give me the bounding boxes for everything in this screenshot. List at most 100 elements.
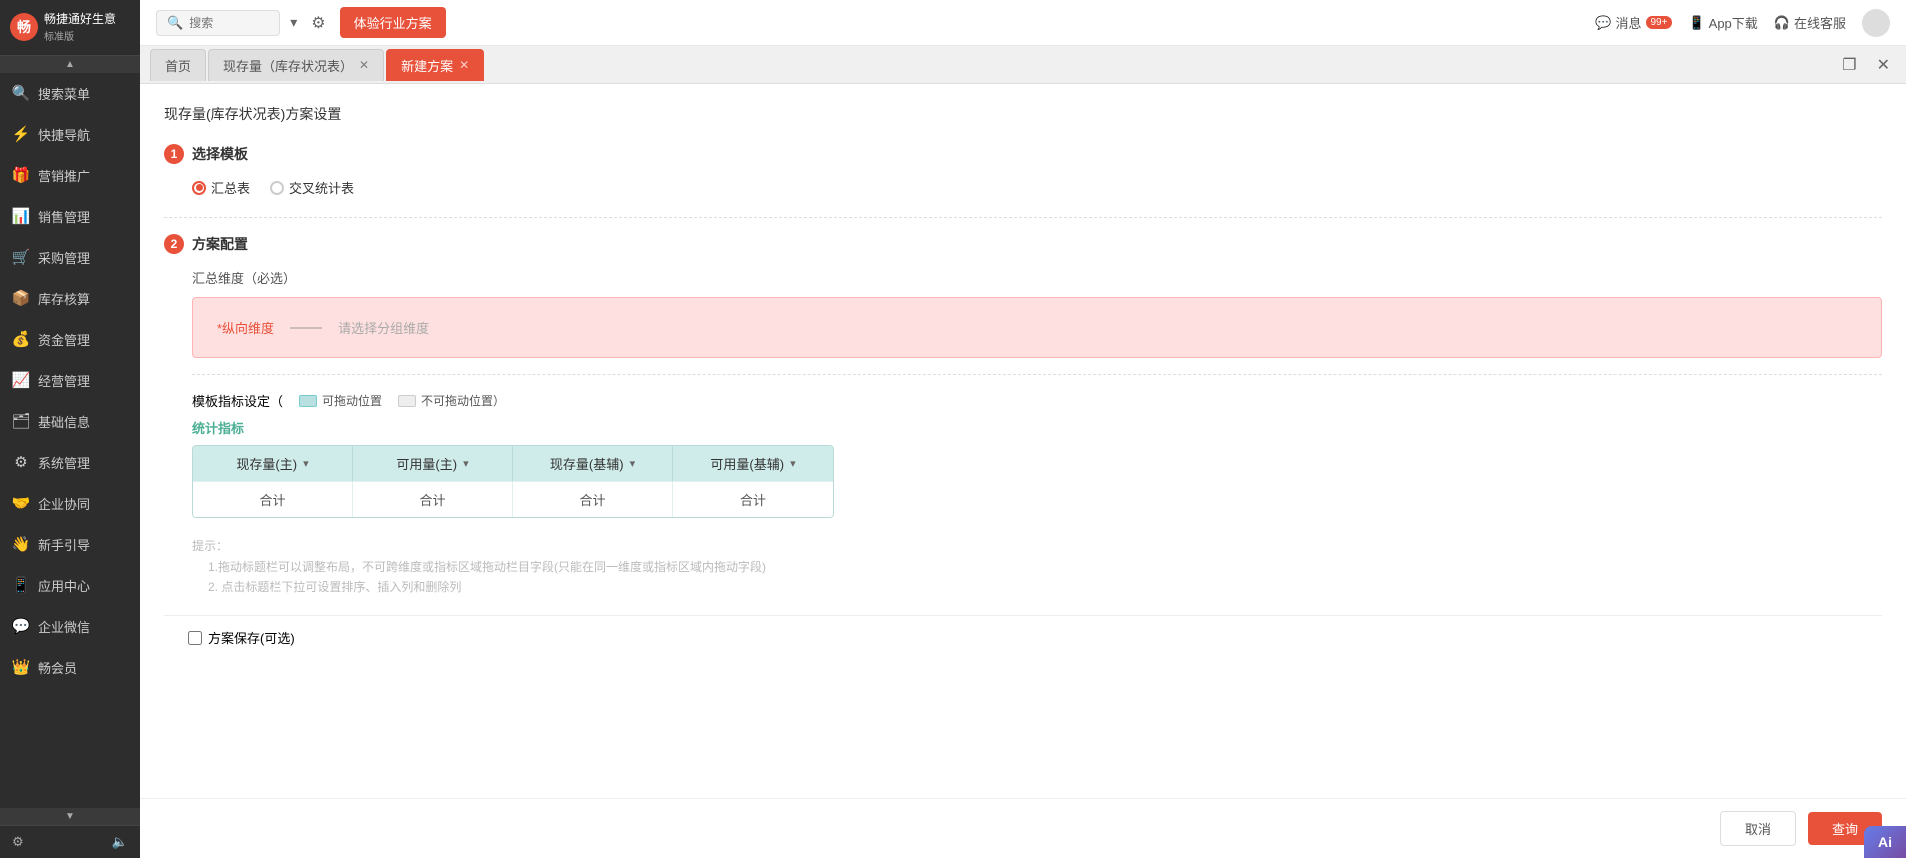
- message-icon: 💬: [1595, 15, 1611, 31]
- online-service-label: 在线客服: [1794, 13, 1846, 32]
- stat-col-header-0[interactable]: 现存量(主) ▾: [193, 446, 353, 481]
- tab-new-scheme-close-btn[interactable]: ✕: [459, 58, 469, 72]
- inventory-icon: 📦: [12, 289, 30, 307]
- topbar-settings-btn[interactable]: ⚙: [307, 9, 329, 37]
- sidebar-item-quick-nav[interactable]: ⚡ 快捷导航: [0, 114, 140, 155]
- stat-col-header-2[interactable]: 现存量(基辅) ▾: [513, 446, 673, 481]
- tips-item-1: 2. 点击标题栏下拉可设置排序、插入列和删除列: [208, 578, 1882, 595]
- system-icon: ⚙: [12, 453, 30, 471]
- sidebar-item-label: 销售管理: [38, 207, 90, 226]
- stat-table-row-0: 合计 合计 合计 合计: [193, 481, 833, 517]
- search-input[interactable]: [189, 16, 269, 30]
- tab-new-scheme[interactable]: 新建方案 ✕: [386, 49, 484, 81]
- tab-home[interactable]: 首页: [150, 49, 206, 81]
- legend-draggable-item: 可拖动位置: [299, 392, 382, 409]
- chevron-down-icon-0: ▾: [303, 457, 309, 470]
- footer-help-icon[interactable]: 🔈: [112, 834, 128, 850]
- radio-summary-label: 汇总表: [211, 178, 250, 197]
- legend-draggable-box: [299, 395, 317, 407]
- stat-col-cell-0-2: 合计: [513, 482, 673, 517]
- search-box[interactable]: 🔍: [156, 10, 280, 36]
- sidebar-item-inventory[interactable]: 📦 库存核算: [0, 278, 140, 319]
- save-row: 方案保存(可选): [164, 615, 1882, 659]
- purchase-icon: 🛒: [12, 248, 30, 266]
- sidebar-item-finance[interactable]: 💰 资金管理: [0, 319, 140, 360]
- sidebar-item-system[interactable]: ⚙ 系统管理: [0, 442, 140, 483]
- app-download-btn[interactable]: 📱 App下载: [1688, 13, 1757, 32]
- dimension-placeholder[interactable]: 请选择分组维度: [338, 318, 429, 337]
- tab-inventory-status[interactable]: 现存量（库存状况表） ✕: [208, 49, 384, 81]
- sidebar-item-purchase[interactable]: 🛒 采购管理: [0, 237, 140, 278]
- sidebar-item-label: 经营管理: [38, 371, 90, 390]
- tab-new-scheme-label: 新建方案: [401, 56, 453, 75]
- section-divider-2: [192, 374, 1882, 375]
- footer-settings-icon[interactable]: ⚙: [12, 834, 24, 850]
- tabbar-restore-btn[interactable]: ❐: [1836, 53, 1862, 77]
- sidebar-item-label: 营销推广: [38, 166, 90, 185]
- operation-icon: 📈: [12, 371, 30, 389]
- online-service-icon: 🎧: [1774, 15, 1790, 31]
- sidebar-footer: ⚙ 🔈: [0, 825, 140, 858]
- member-icon: 👑: [12, 658, 30, 676]
- sidebar-item-marketing[interactable]: 🎁 营销推广: [0, 155, 140, 196]
- app-download-icon: 📱: [1688, 15, 1704, 31]
- sidebar-item-basic-info[interactable]: 🗂 基础信息: [0, 401, 140, 442]
- sidebar-item-label: 企业协同: [38, 494, 90, 513]
- step2-num: 2: [164, 234, 184, 254]
- sidebar-item-sales[interactable]: 📊 销售管理: [0, 196, 140, 237]
- stat-col-cell-0-1: 合计: [353, 482, 513, 517]
- tabbar-close-btn[interactable]: ✕: [1871, 53, 1896, 77]
- sidebar-item-app-center[interactable]: 📱 应用中心: [0, 565, 140, 606]
- sidebar-scroll-down[interactable]: ▼: [0, 808, 140, 825]
- radio-cross-label: 交叉统计表: [289, 178, 354, 197]
- sidebar-item-cooperation[interactable]: 🤝 企业协同: [0, 483, 140, 524]
- message-btn[interactable]: 💬 消息 99+: [1595, 13, 1672, 32]
- sidebar-item-search[interactable]: 🔍 搜索菜单: [0, 73, 140, 114]
- sidebar-item-label: 应用中心: [38, 576, 90, 595]
- step1-num: 1: [164, 144, 184, 164]
- tab-inventory-status-label: 现存量（库存状况表）: [223, 56, 353, 75]
- chevron-down-icon-3: ▾: [790, 457, 796, 470]
- message-label: 消息: [1615, 13, 1641, 32]
- step1-section: 1 选择模板 汇总表 交叉统计表: [164, 144, 1882, 197]
- sidebar-scroll-up[interactable]: ▲: [0, 56, 140, 73]
- stat-col-header-1[interactable]: 可用量(主) ▾: [353, 446, 513, 481]
- stat-col-cell-0-0: 合计: [193, 482, 353, 517]
- sidebar: 畅 畅捷通好生意 标准版 ▲ 🔍 搜索菜单 ⚡ 快捷导航 🎁 营销推广 📊 销售…: [0, 0, 140, 858]
- legend-nondraggable-item: 不可拖动位置）: [398, 392, 505, 409]
- legend-draggable-label: 可拖动位置: [322, 392, 382, 409]
- step2-content: 汇总维度（必选） *纵向维度 —— 请选择分组维度 模板指标设定（ 可拖动位置: [164, 268, 1882, 595]
- legend-nondraggable-box: [398, 395, 416, 407]
- marketing-icon: 🎁: [12, 166, 30, 184]
- sidebar-item-label: 畅会员: [38, 658, 77, 677]
- sidebar-item-label: 库存核算: [38, 289, 90, 308]
- quick-nav-icon: ⚡: [12, 125, 30, 143]
- stat-col-header-0-label: 现存量(主): [236, 454, 297, 473]
- radio-summary[interactable]: 汇总表: [192, 178, 250, 197]
- sidebar-item-operation[interactable]: 📈 经营管理: [0, 360, 140, 401]
- sidebar-item-label: 资金管理: [38, 330, 90, 349]
- sales-icon: 📊: [12, 207, 30, 225]
- dimension-required-mark: *纵向维度: [217, 318, 274, 337]
- sidebar-item-wechat[interactable]: 💬 企业微信: [0, 606, 140, 647]
- stat-table: 现存量(主) ▾ 可用量(主) ▾ 现存量(基辅) ▾: [192, 445, 834, 518]
- sidebar-item-member[interactable]: 👑 畅会员: [0, 647, 140, 688]
- save-checkbox[interactable]: [188, 631, 202, 645]
- dimension-arrow: ——: [290, 319, 322, 337]
- tab-inventory-close-btn[interactable]: ✕: [359, 58, 369, 72]
- radio-cross[interactable]: 交叉统计表: [270, 178, 354, 197]
- tabbar-right: ❐ ✕: [1836, 53, 1896, 77]
- sidebar-item-label: 基础信息: [38, 412, 90, 431]
- online-service-btn[interactable]: 🎧 在线客服: [1774, 13, 1846, 32]
- trial-industry-btn[interactable]: 体验行业方案: [340, 7, 446, 38]
- cancel-button[interactable]: 取消: [1720, 811, 1796, 846]
- main-area: 🔍 ▾ ⚙ 体验行业方案 💬 消息 99+ 📱 App下载 🎧 在线客服: [140, 0, 1906, 858]
- chevron-down-icon-2: ▾: [630, 457, 636, 470]
- ai-badge[interactable]: Ai: [1864, 826, 1906, 858]
- sidebar-item-new-guide[interactable]: 👋 新手引导: [0, 524, 140, 565]
- user-avatar[interactable]: [1862, 9, 1890, 37]
- step1-header: 1 选择模板: [164, 144, 1882, 164]
- new-guide-icon: 👋: [12, 535, 30, 553]
- stat-col-header-3[interactable]: 可用量(基辅) ▾: [673, 446, 833, 481]
- search-dropdown-btn[interactable]: ▾: [290, 14, 297, 31]
